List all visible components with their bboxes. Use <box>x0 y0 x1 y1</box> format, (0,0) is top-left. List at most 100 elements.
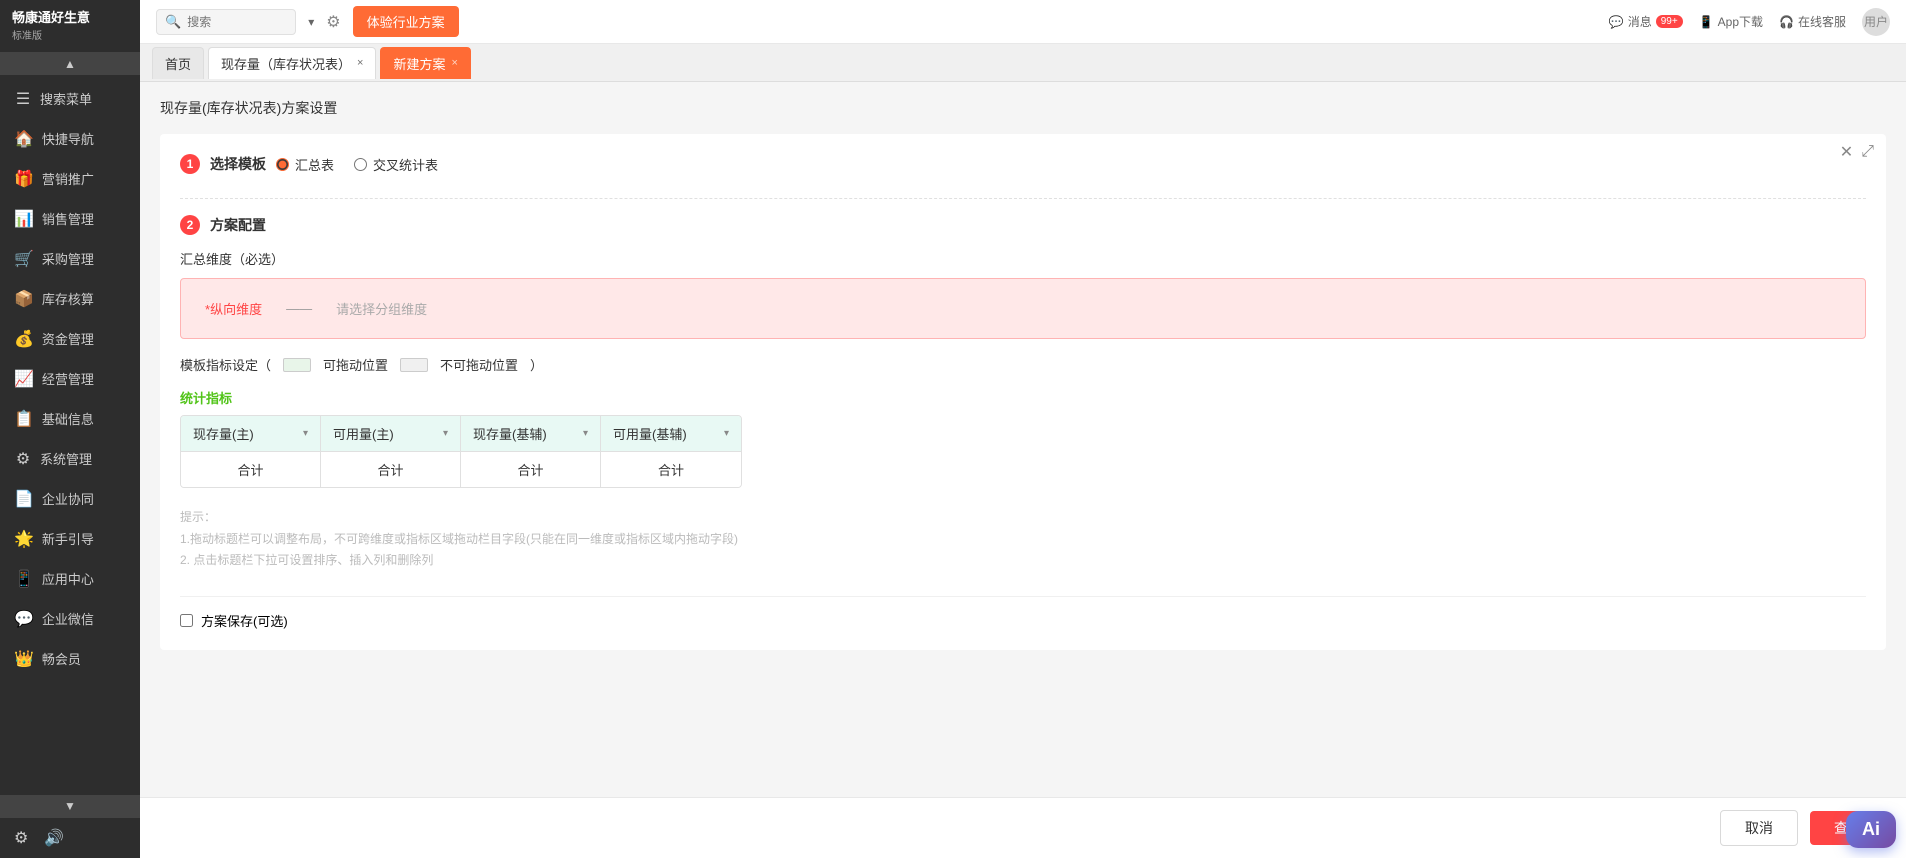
radio-summary-label: 汇总表 <box>295 155 334 174</box>
stats-col-1[interactable]: 可用量(主) ▾ <box>321 416 461 451</box>
sidebar-item-contract[interactable]: 📄 企业协同 <box>0 479 140 519</box>
sidebar-item-basic-info[interactable]: 📋 基础信息 <box>0 399 140 439</box>
sidebar-item-inventory[interactable]: 📦 库存核算 <box>0 279 140 319</box>
topbar-dropdown[interactable]: ▾ <box>308 15 314 29</box>
sidebar-item-finance[interactable]: 💰 资金管理 <box>0 319 140 359</box>
sidebar-item-label: 企业协同 <box>42 489 94 508</box>
dimension-required-star: *纵向维度 <box>205 299 262 318</box>
radio-cross[interactable]: 交叉统计表 <box>354 155 438 174</box>
sidebar-item-member[interactable]: 👑 畅会员 <box>0 639 140 679</box>
stats-col-0[interactable]: 现存量(主) ▾ <box>181 416 321 451</box>
sidebar-item-purchase[interactable]: 🛒 采购管理 <box>0 239 140 279</box>
sidebar-item-label: 营销推广 <box>42 169 94 188</box>
sidebar-item-quick-nav[interactable]: 🏠 快捷导航 <box>0 119 140 159</box>
star-icon: 🌟 <box>14 529 34 549</box>
stats-cell-3: 合计 <box>601 452 741 487</box>
cart-icon: 🛒 <box>14 249 34 269</box>
content-area: 现存量(库存状况表)方案设置 ✕ ⤢ 1 选择模板 汇总表 <box>140 82 1906 797</box>
stats-col-3[interactable]: 可用量(基辅) ▾ <box>601 416 741 451</box>
sidebar-item-operation[interactable]: 📈 经营管理 <box>0 359 140 399</box>
topbar-right: 💬 消息 99+ 📱 App下载 🎧 在线客服 用户 <box>1609 8 1890 36</box>
tab-new-scheme-close[interactable]: × <box>451 57 457 69</box>
step2-badge: 2 <box>180 215 200 235</box>
radio-cross-input[interactable] <box>354 158 367 171</box>
expand-window-button[interactable]: ⤢ <box>1861 143 1874 161</box>
messages-label: 消息 <box>1628 13 1652 30</box>
tips-box: 提示： 1.拖动标题栏可以调整布局，不可跨维度或指标区域拖动栏目字段(只能在同一… <box>180 507 1866 572</box>
sidebar-item-marketing[interactable]: 🎁 营销推广 <box>0 159 140 199</box>
section1-title: 选择模板 <box>210 154 266 174</box>
radio-cross-label: 交叉统计表 <box>373 155 438 174</box>
doc-icon: 📄 <box>14 489 34 509</box>
cancel-button[interactable]: 取消 <box>1720 810 1798 846</box>
app-name: 畅康通好生意 <box>12 10 128 27</box>
sidebar-item-wechat[interactable]: 💬 企业微信 <box>0 599 140 639</box>
close-window-button[interactable]: ✕ <box>1840 142 1853 162</box>
draggable-label: 可拖动位置 <box>323 355 388 374</box>
sidebar-footer: ⚙ 🔊 <box>0 817 140 858</box>
stats-label: 统计指标 <box>180 388 1866 407</box>
radio-summary[interactable]: 汇总表 <box>276 155 334 174</box>
save-checkbox[interactable] <box>180 614 193 627</box>
col0-chevron[interactable]: ▾ <box>303 428 308 439</box>
customer-service-button[interactable]: 🎧 在线客服 <box>1779 13 1846 30</box>
stats-cell-0: 合计 <box>181 452 321 487</box>
sidebar-item-search-menu[interactable]: ☰ 搜索菜单 <box>0 79 140 119</box>
trial-button[interactable]: 体验行业方案 <box>353 6 459 37</box>
sidebar-item-label: 库存核算 <box>42 289 94 308</box>
user-avatar[interactable]: 用户 <box>1862 8 1890 36</box>
section-choose-template: 1 选择模板 汇总表 交叉统计表 <box>180 154 1866 174</box>
customer-service-label: 在线客服 <box>1798 13 1846 30</box>
window-controls: ✕ ⤢ <box>1840 142 1874 162</box>
sidebar-item-label: 采购管理 <box>42 249 94 268</box>
sidebar-scroll-up[interactable]: ▲ <box>0 53 140 75</box>
summary-dimension-label: 汇总维度（必选） <box>180 249 1866 268</box>
stats-col-0-label: 现存量(主) <box>193 424 254 443</box>
dimension-dash: —— <box>286 301 312 316</box>
scheme-card: ✕ ⤢ 1 选择模板 汇总表 交叉统计表 <box>160 134 1886 650</box>
settings-footer-icon[interactable]: ⚙ <box>14 828 28 848</box>
ai-fab-button[interactable]: Ai <box>1846 811 1896 848</box>
col3-chevron[interactable]: ▾ <box>724 428 729 439</box>
radio-summary-input[interactable] <box>276 158 289 171</box>
sidebar-item-system[interactable]: ⚙ 系统管理 <box>0 439 140 479</box>
tab-inventory-status[interactable]: 现存量（库存状况表） × <box>208 47 376 79</box>
sidebar-item-app-center[interactable]: 📱 应用中心 <box>0 559 140 599</box>
sidebar-item-label: 畅会员 <box>42 649 81 668</box>
gear-button[interactable]: ⚙ <box>326 12 340 32</box>
stats-col-2-label: 现存量(基辅) <box>473 424 547 443</box>
stats-col-2[interactable]: 现存量(基辅) ▾ <box>461 416 601 451</box>
col1-chevron[interactable]: ▾ <box>443 428 448 439</box>
sidebar-scroll-down[interactable]: ▼ <box>0 795 140 817</box>
search-menu-icon: ☰ <box>14 89 32 109</box>
step1-badge: 1 <box>180 154 200 174</box>
chat-icon: 💬 <box>14 609 34 629</box>
tab-inventory-close[interactable]: × <box>357 57 363 69</box>
messages-button[interactable]: 💬 消息 99+ <box>1609 13 1683 30</box>
section-scheme-config: 2 方案配置 汇总维度（必选） *纵向维度 —— 请选择分组维度 模板指标设定（ <box>180 215 1866 572</box>
draggable-badge <box>283 358 311 372</box>
search-input[interactable] <box>187 15 287 29</box>
dimension-placeholder: 请选择分组维度 <box>336 299 427 318</box>
message-icon: 💬 <box>1609 15 1624 29</box>
crown-icon: 👑 <box>14 649 34 669</box>
audio-icon[interactable]: 🔊 <box>44 828 64 848</box>
sidebar-nav: ☰ 搜索菜单 🏠 快捷导航 🎁 营销推广 📊 销售管理 🛒 采购管理 📦 库存核… <box>0 75 140 795</box>
sidebar-item-new-guide[interactable]: 🌟 新手引导 <box>0 519 140 559</box>
dimension-box[interactable]: *纵向维度 —— 请选择分组维度 <box>180 278 1866 339</box>
sidebar-item-label: 基础信息 <box>42 409 94 428</box>
save-label: 方案保存(可选) <box>201 611 288 630</box>
app-download-button[interactable]: 📱 App下载 <box>1699 13 1763 30</box>
save-row: 方案保存(可选) <box>180 596 1866 630</box>
stats-col-1-label: 可用量(主) <box>333 424 394 443</box>
sidebar-item-sales[interactable]: 📊 销售管理 <box>0 199 140 239</box>
sidebar-item-label: 搜索菜单 <box>40 89 92 108</box>
topbar-search-box[interactable]: 🔍 <box>156 9 296 35</box>
indicator-settings-label-prefix: 模板指标设定（ <box>180 355 271 374</box>
tab-new-scheme[interactable]: 新建方案 × <box>380 47 470 79</box>
tab-home[interactable]: 首页 <box>152 47 204 79</box>
settings-icon: ⚙ <box>14 449 32 469</box>
main-wrapper: 🔍 ▾ ⚙ 体验行业方案 💬 消息 99+ 📱 App下载 🎧 在线客服 <box>140 0 1906 858</box>
stats-col-3-label: 可用量(基辅) <box>613 424 687 443</box>
col2-chevron[interactable]: ▾ <box>583 428 588 439</box>
